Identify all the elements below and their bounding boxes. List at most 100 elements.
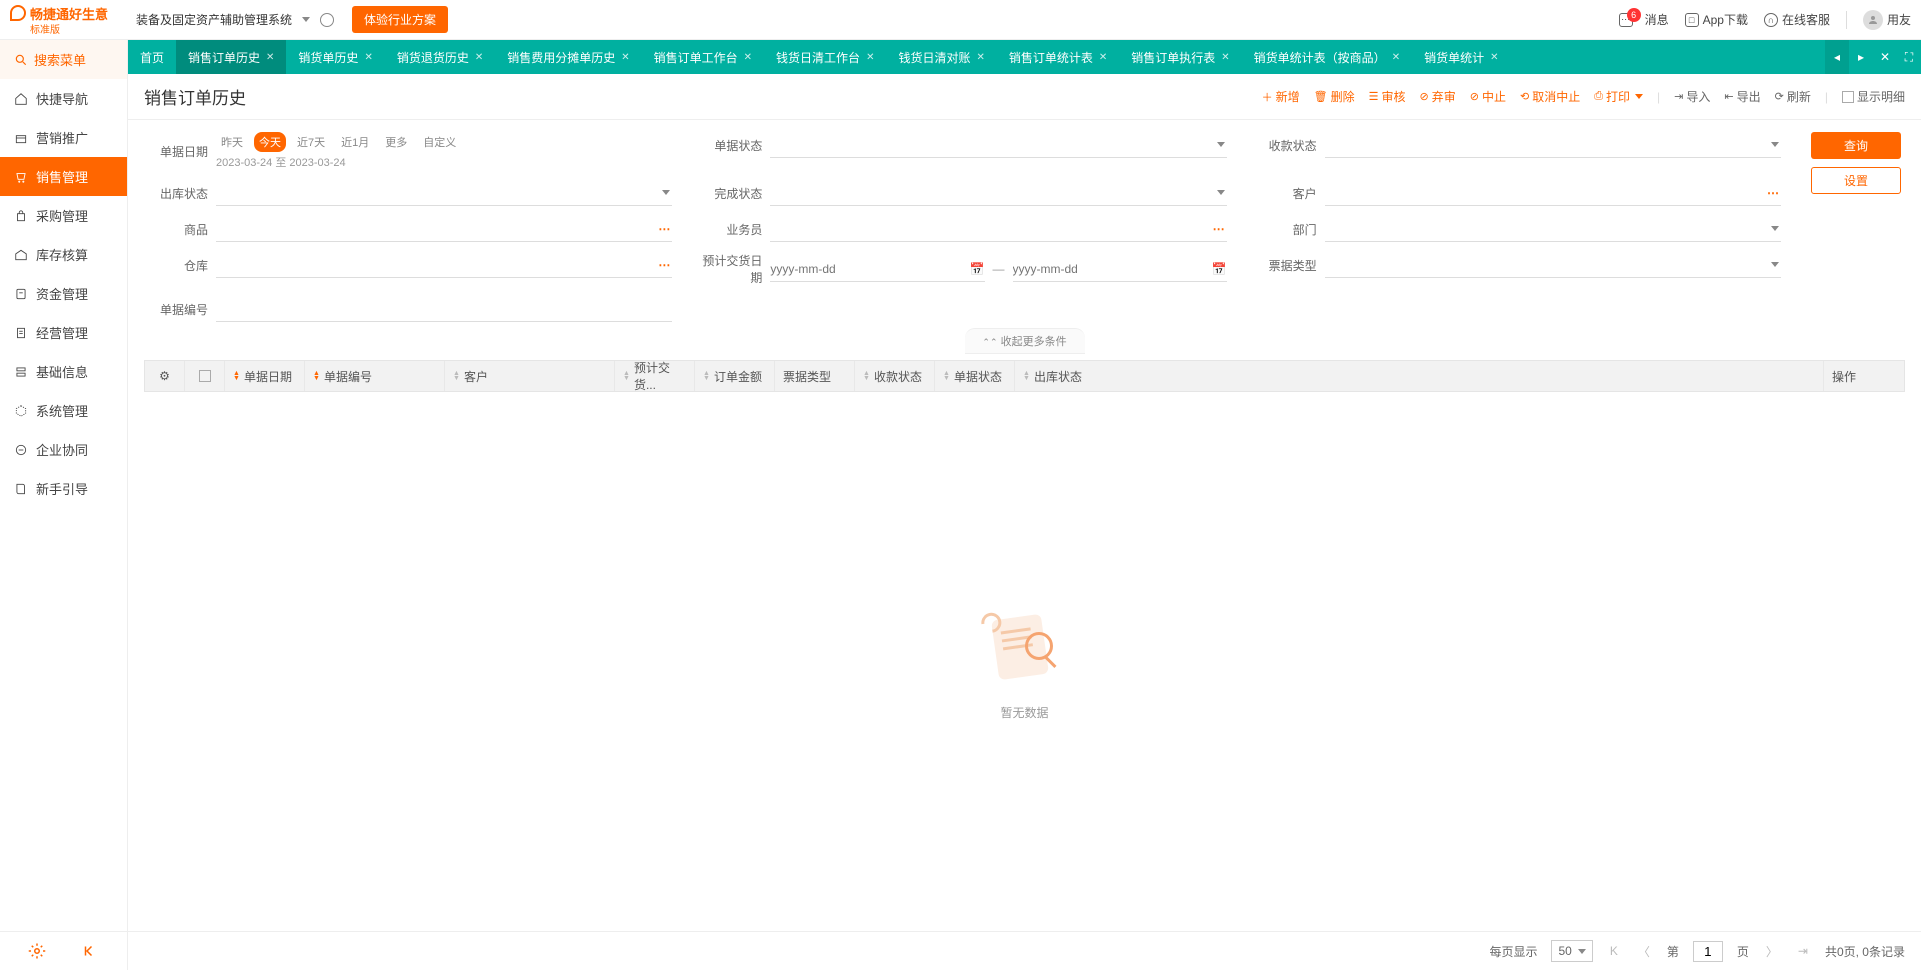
col-amount[interactable]: ▲▼订单金额 [695,361,775,391]
gear-icon[interactable] [320,13,334,27]
deliver-date-from[interactable]: 📅 [770,256,984,282]
next-page[interactable]: 〉 [1763,943,1781,960]
tab-4[interactable]: 销售费用分摊单历史✕ [495,40,641,74]
sidebar-item-purchase[interactable]: 采购管理 [0,196,127,235]
import-button[interactable]: ⇥导入 [1674,88,1710,105]
sidebar-item-business[interactable]: 经营管理 [0,313,127,352]
date-more[interactable]: 更多 [380,132,412,152]
pay-status-select[interactable] [1325,132,1781,158]
collapse-icon[interactable] [81,942,99,960]
chevron-down-icon[interactable] [302,17,310,22]
tab-6[interactable]: 钱货日清工作台✕ [764,40,886,74]
tabs-fullscreen[interactable]: ⛶ [1897,40,1921,74]
menu-search[interactable]: 搜索菜单 [0,40,127,79]
tab-8[interactable]: 销售订单统计表✕ [997,40,1119,74]
sidebar-item-basedata[interactable]: 基础信息 [0,352,127,391]
page-size-select[interactable]: 50 [1551,940,1592,962]
messages-link[interactable]: ⋯ 6 消息 [1619,11,1669,28]
col-out-status[interactable]: ▲▼出库状态 [1015,361,1824,391]
close-icon[interactable]: ✕ [1221,52,1229,63]
doc-no-input[interactable] [216,296,672,322]
col-customer[interactable]: ▲▼客户 [445,361,615,391]
support-link[interactable]: ∩ 在线客服 [1764,11,1830,28]
col-doc-status[interactable]: ▲▼单据状态 [935,361,1015,391]
sidebar-item-inventory[interactable]: 库存核算 [0,235,127,274]
tab-7[interactable]: 钱货日清对账✕ [886,40,996,74]
close-icon[interactable]: ✕ [976,52,984,63]
close-icon[interactable]: ✕ [621,52,629,63]
col-pay[interactable]: ▲▼收款状态 [855,361,935,391]
tabs-scroll-right[interactable]: ▸ [1849,40,1873,74]
tab-0[interactable]: 首页 [128,40,176,74]
close-icon[interactable]: ✕ [1490,52,1498,63]
product-picker[interactable]: ⋯ [216,216,672,242]
tab-11[interactable]: 销货单统计✕ [1412,40,1510,74]
first-page[interactable]: K [1607,944,1621,958]
date-1m[interactable]: 近1月 [336,132,374,152]
dept-select[interactable] [1325,216,1781,242]
tab-10[interactable]: 销货单统计表（按商品）✕ [1242,40,1412,74]
date-today[interactable]: 今天 [254,132,286,152]
warehouse-picker[interactable]: ⋯ [216,252,672,278]
page-input[interactable] [1693,941,1723,962]
tab-2[interactable]: 销货单历史✕ [286,40,384,74]
system-selector[interactable]: 装备及固定资产辅助管理系统 [136,11,292,28]
customer-picker[interactable]: ⋯ [1325,180,1781,206]
close-icon[interactable]: ✕ [744,52,752,63]
unstop-button[interactable]: ⟲取消中止 [1520,88,1580,105]
refresh-button[interactable]: ⟳刷新 [1775,88,1811,105]
doc-status-select[interactable] [770,132,1226,158]
sidebar-item-marketing[interactable]: 营销推广 [0,118,127,157]
col-deliver[interactable]: ▲▼预计交货... [615,361,695,391]
sidebar-item-sales[interactable]: 销售管理 [0,157,127,196]
audit-button[interactable]: ☰审核 [1369,88,1406,105]
sidebar-item-quicknav[interactable]: 快捷导航 [0,79,127,118]
close-icon[interactable]: ✕ [866,52,874,63]
col-settings[interactable]: ⚙ [145,361,185,391]
date-yesterday[interactable]: 昨天 [216,132,248,152]
tab-3[interactable]: 销货退货历史✕ [385,40,495,74]
close-icon[interactable]: ✕ [475,52,483,63]
stop-button[interactable]: ⊘中止 [1470,88,1506,105]
sidebar-item-finance[interactable]: 资金管理 [0,274,127,313]
settings-icon[interactable] [28,942,46,960]
sidebar-item-guide[interactable]: 新手引导 [0,469,127,508]
abandon-button[interactable]: ⊘弃审 [1420,88,1456,105]
out-status-select[interactable] [216,180,672,206]
print-icon: ⎙ [1594,90,1603,103]
print-button[interactable]: ⎙打印 [1594,88,1643,105]
user-menu[interactable]: 用友 [1863,10,1911,30]
deliver-date-to[interactable]: 📅 [1013,256,1227,282]
date-7d[interactable]: 近7天 [292,132,330,152]
date-custom[interactable]: 自定义 [418,132,461,152]
app-download-link[interactable]: □ App下载 [1685,11,1748,28]
col-checkbox[interactable] [185,361,225,391]
sidebar-item-system[interactable]: 系统管理 [0,391,127,430]
collapse-filters[interactable]: ⌃⌃ 收起更多条件 [965,328,1085,354]
col-date[interactable]: ▲▼单据日期 [225,361,305,391]
tab-9[interactable]: 销售订单执行表✕ [1119,40,1241,74]
close-icon[interactable]: ✕ [1392,52,1400,63]
done-status-select[interactable] [770,180,1226,206]
export-button[interactable]: ⇤导出 [1724,88,1760,105]
try-industry-button[interactable]: 体验行业方案 [352,6,448,33]
sidebar-item-collab[interactable]: 企业协同 [0,430,127,469]
last-page[interactable]: ⇥ [1795,944,1811,958]
tabs-scroll-left[interactable]: ◂ [1825,40,1849,74]
show-detail-toggle[interactable]: 显示明细 [1842,88,1905,105]
delete-button[interactable]: 🗑删除 [1314,88,1355,105]
close-icon[interactable]: ✕ [266,52,274,63]
add-button[interactable]: ＋新增 [1262,88,1300,105]
close-icon[interactable]: ✕ [1099,52,1107,63]
col-ticket[interactable]: 票据类型 [775,361,855,391]
query-button[interactable]: 查询 [1811,132,1901,159]
close-icon[interactable]: ✕ [364,52,372,63]
tab-5[interactable]: 销售订单工作台✕ [642,40,764,74]
settings-button[interactable]: 设置 [1811,167,1901,194]
ticket-type-select[interactable] [1325,252,1781,278]
prev-page[interactable]: 〈 [1635,943,1653,960]
tabs-close-all[interactable]: ✕ [1873,40,1897,74]
tab-1[interactable]: 销售订单历史✕ [176,40,286,74]
col-no[interactable]: ▲▼单据编号 [305,361,445,391]
salesman-picker[interactable]: ⋯ [770,216,1226,242]
